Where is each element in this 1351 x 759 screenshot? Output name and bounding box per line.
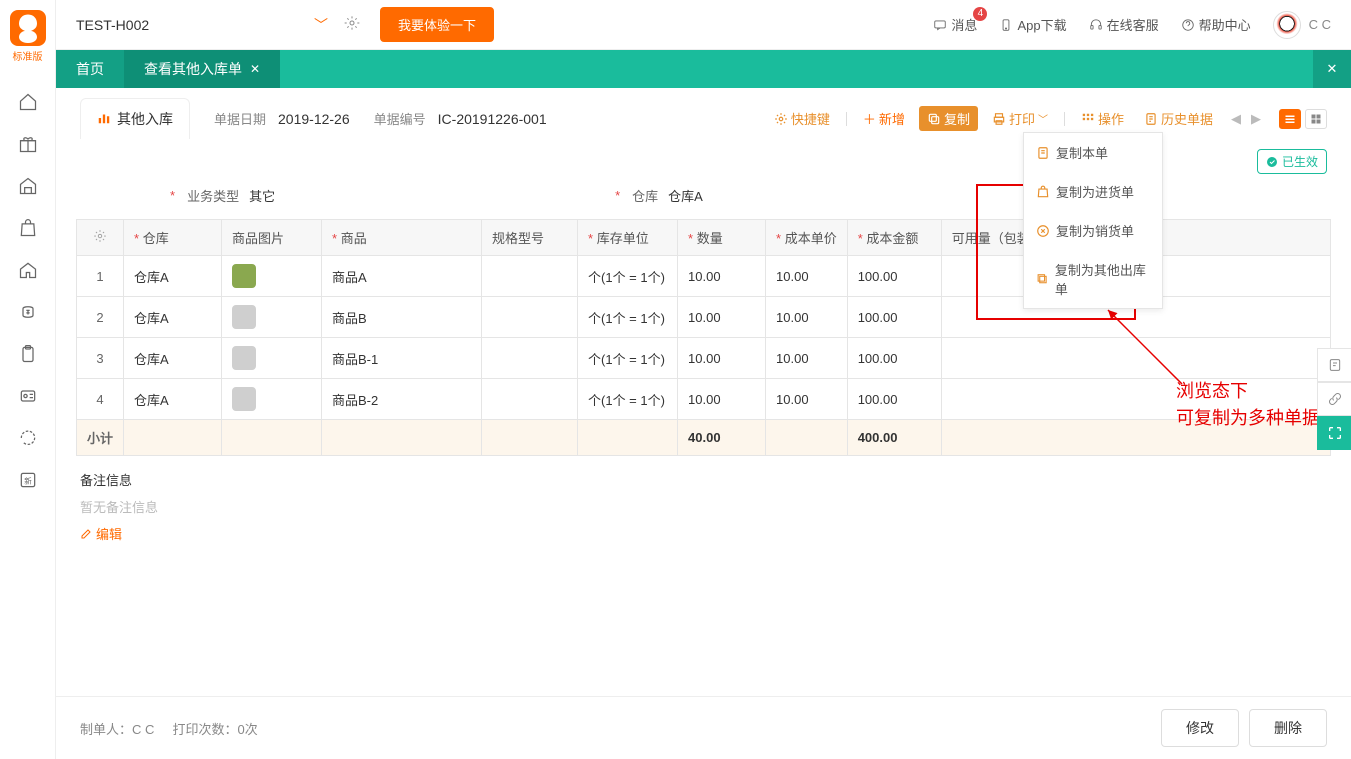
table-row[interactable]: 4 仓库A 商品B-2 个(1个 = 1个) 10.00 10.00 100.0… [77,379,1331,420]
org-selector[interactable]: TEST-H002 ﹀ [76,15,336,35]
user-name: C C [1309,17,1331,32]
nav-gift-icon[interactable] [16,132,40,156]
org-name: TEST-H002 [76,17,149,33]
trial-button[interactable]: 我要体验一下 [380,7,494,42]
nav-refresh-icon[interactable] [16,426,40,450]
operations-button[interactable]: 操作 [1075,106,1130,131]
th-price[interactable]: 成本单价 [766,220,848,256]
th-qty[interactable]: 数量 [678,220,766,256]
tab-current-label: 查看其他入库单 [144,59,242,79]
document-actions: 快捷键 ＋新增 复制 打印﹀ [768,106,1327,131]
warehouse-label: 仓库 [632,186,658,205]
tool-note-icon[interactable] [1317,348,1351,382]
next-arrow[interactable]: ▶ [1247,109,1265,129]
chevron-down-icon: ﹀ [314,15,328,35]
nav-clipboard-icon[interactable] [16,342,40,366]
th-image[interactable]: 商品图片 [222,220,322,256]
warehouse-value: 仓库A [668,186,703,205]
copy-dropdown: 复制本单 复制为进货单 复制为销货单 复制为其他出库单 [1023,132,1163,309]
tool-expand-icon[interactable] [1317,416,1351,450]
copy-as-purchase[interactable]: 复制为进货单 [1024,172,1162,211]
right-tools [1317,348,1351,450]
view-grid[interactable] [1305,109,1327,129]
nav-house-icon[interactable] [16,258,40,282]
tab-current[interactable]: 查看其他入库单 ✕ [124,50,280,88]
tab-home-label: 首页 [76,59,104,79]
help-label: 帮助中心 [1199,15,1251,34]
copy-as-outbound[interactable]: 复制为其他出库单 [1024,250,1162,308]
copy-button[interactable]: 复制 [919,106,978,131]
date-value: 2019-12-26 [278,111,350,127]
th-product[interactable]: 商品 [322,220,482,256]
th-amount[interactable]: 成本金额 [847,220,941,256]
subtotal-row: 小计40.00400.00 [77,420,1331,456]
print-button[interactable]: 打印﹀ [986,106,1054,131]
avatar [1273,11,1301,39]
nav-arrows: ◀ ▶ [1227,109,1265,129]
shortcut-button[interactable]: 快捷键 [768,106,836,131]
th-unit[interactable]: 库存单位 [578,220,678,256]
logo [10,10,46,46]
remarks-title: 备注信息 [80,470,1327,489]
document-header: 其他入库 单据日期 2019-12-26 单据编号 IC-20191226-00… [56,88,1351,139]
help-link[interactable]: 帮助中心 [1181,15,1251,34]
app-download-label: App下载 [1017,15,1066,34]
close-icon[interactable]: ✕ [250,62,260,76]
app-download-link[interactable]: App下载 [999,15,1066,34]
th-warehouse[interactable]: 仓库 [124,220,222,256]
modify-button[interactable]: 修改 [1161,709,1239,747]
nav-warehouse-icon[interactable] [16,174,40,198]
th-gear[interactable] [77,220,124,256]
biz-type-label: 业务类型 [187,186,239,205]
copy-this[interactable]: 复制本单 [1024,133,1162,172]
view-list[interactable] [1279,109,1301,129]
delete-button[interactable]: 删除 [1249,709,1327,747]
nav-id-icon[interactable] [16,384,40,408]
status-badge: 已生效 [1257,149,1327,174]
th-spec[interactable]: 规格型号 [482,220,578,256]
left-sidebar: 标准版 新 [0,0,56,759]
top-header: TEST-H002 ﹀ 我要体验一下 消息 4 App下载 在 [56,0,1351,50]
close-all-tabs[interactable]: ✕ [1313,50,1351,88]
messages-badge: 4 [973,7,987,21]
biz-type-value: 其它 [249,186,275,205]
edit-remarks-button[interactable]: 编辑 [80,524,122,543]
history-button[interactable]: 历史单据 [1138,106,1219,131]
bar-chart-icon [97,111,111,128]
tabs-bar: 首页 查看其他入库单 ✕ ✕ [56,50,1351,88]
copy-as-sale[interactable]: 复制为销货单 [1024,211,1162,250]
user-menu[interactable]: C C [1273,11,1331,39]
date-label: 单据日期 [214,109,266,128]
document-type-tab[interactable]: 其他入库 [80,98,190,139]
nav-new-icon[interactable]: 新 [16,468,40,492]
nav-home-icon[interactable] [16,90,40,114]
tool-link-icon[interactable] [1317,382,1351,416]
customer-service-link[interactable]: 在线客服 [1089,15,1159,34]
footer: 制单人：C C 打印次数：0次 修改 删除 [56,696,1351,759]
prev-arrow[interactable]: ◀ [1227,109,1245,129]
remarks-empty: 暂无备注信息 [80,497,1327,516]
code-value: IC-20191226-001 [438,111,547,127]
gear-icon[interactable] [344,15,360,34]
add-button[interactable]: ＋新增 [857,106,911,131]
messages-link[interactable]: 消息 4 [933,15,977,34]
nav-money-icon[interactable] [16,300,40,324]
code-label: 单据编号 [374,109,426,128]
remarks-section: 备注信息 暂无备注信息 编辑 [56,456,1351,557]
nav-shop-icon[interactable] [16,216,40,240]
document-type-label: 其他入库 [117,109,173,129]
maker-info: 制单人：C C 打印次数：0次 [80,719,258,738]
svg-text:新: 新 [24,475,32,485]
customer-service-label: 在线客服 [1107,15,1159,34]
tab-home[interactable]: 首页 [56,50,124,88]
table-row[interactable]: 3 仓库A 商品B-1 个(1个 = 1个) 10.00 10.00 100.0… [77,338,1331,379]
logo-subtitle: 标准版 [13,48,43,63]
